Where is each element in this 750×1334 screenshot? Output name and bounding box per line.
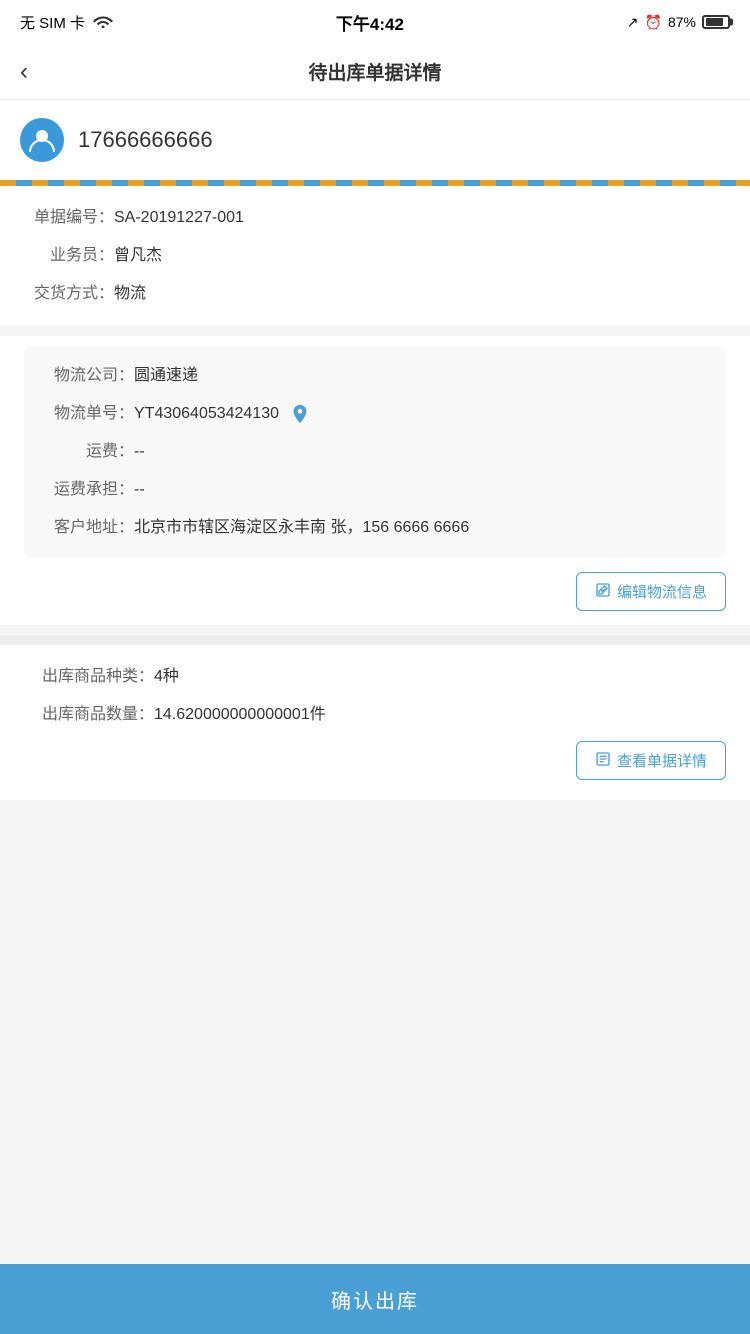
confirm-bar[interactable]: 确认出库 [0, 1264, 750, 1334]
edit-logistics-label: 编辑物流信息 [617, 581, 707, 602]
tracking-no-value: YT43064053424130 [134, 402, 706, 426]
delivery-method-row: 交货方式： 物流 [24, 282, 726, 306]
view-detail-label: 查看单据详情 [617, 750, 707, 771]
goods-quantity-row: 出库商品数量： 14.620000000000001件 [24, 703, 726, 727]
logistics-card: 物流公司： 圆通速递 物流单号： YT43064053424130 运费： --… [24, 346, 726, 558]
freight-bearer-row: 运费承担： -- [44, 478, 706, 502]
avatar [20, 118, 64, 162]
delivery-method-label: 交货方式： [24, 282, 114, 306]
clock-status-icon: ⏰ [645, 14, 662, 31]
tracking-no-label: 物流单号： [44, 402, 134, 426]
battery-percent: 87% [668, 14, 696, 30]
location-status-icon: ↗ [627, 14, 639, 31]
freight-label: 运费： [44, 440, 134, 464]
goods-types-row: 出库商品种类： 4种 [24, 665, 726, 689]
status-time: 下午4:42 [336, 10, 404, 35]
list-icon [595, 751, 611, 771]
order-no-value: SA-20191227-001 [114, 206, 726, 230]
tracking-no-row: 物流单号： YT43064053424130 [44, 402, 706, 426]
logistics-company-value: 圆通速递 [134, 364, 706, 388]
status-left: 无 SIM 卡 [20, 12, 113, 33]
logistics-company-label: 物流公司： [44, 364, 134, 388]
battery-icon [702, 15, 730, 29]
view-detail-button[interactable]: 查看单据详情 [576, 741, 726, 780]
nav-bar: ‹ 待出库单据详情 [0, 44, 750, 100]
edit-logistics-button[interactable]: 编辑物流信息 [576, 572, 726, 611]
goods-quantity-label: 出库商品数量： [24, 703, 154, 727]
sales-person-label: 业务员： [24, 244, 114, 268]
freight-row: 运费： -- [44, 440, 706, 464]
wifi-icon [93, 13, 113, 32]
logistics-company-row: 物流公司： 圆通速递 [44, 364, 706, 388]
goods-types-value: 4种 [154, 665, 726, 689]
status-bar: 无 SIM 卡 下午4:42 ↗ ⏰ 87% [0, 0, 750, 44]
customer-phone: 17666666666 [78, 127, 213, 153]
carrier-text: 无 SIM 卡 [20, 12, 85, 33]
customer-row: 17666666666 [0, 100, 750, 180]
sales-person-row: 业务员： 曾凡杰 [24, 244, 726, 268]
address-label: 客户地址： [44, 516, 134, 540]
sales-person-value: 曾凡杰 [114, 244, 726, 268]
freight-value: -- [134, 440, 706, 464]
edit-icon [595, 582, 611, 602]
confirm-button-label: 确认出库 [331, 1285, 419, 1314]
edit-logistics-area: 编辑物流信息 [24, 572, 726, 611]
order-info-section: 单据编号： SA-20191227-001 业务员： 曾凡杰 交货方式： 物流 [0, 186, 750, 326]
goods-types-label: 出库商品种类： [24, 665, 154, 689]
page-title: 待出库单据详情 [308, 58, 441, 85]
view-detail-area: 查看单据详情 [24, 741, 726, 780]
bottom-spacer [0, 810, 750, 970]
address-row: 客户地址： 北京市市辖区海淀区永丰南 张，156 6666 6666 [44, 516, 706, 540]
freight-bearer-value: -- [134, 478, 706, 502]
order-no-row: 单据编号： SA-20191227-001 [24, 206, 726, 230]
freight-bearer-label: 运费承担： [44, 478, 134, 502]
back-button[interactable]: ‹ [20, 60, 28, 84]
tracking-location-icon[interactable] [289, 403, 311, 425]
status-right: ↗ ⏰ 87% [627, 14, 730, 31]
goods-info-section: 出库商品种类： 4种 出库商品数量： 14.620000000000001件 查… [0, 645, 750, 800]
address-value: 北京市市辖区海淀区永丰南 张，156 6666 6666 [134, 516, 706, 540]
section-divider [0, 635, 750, 645]
delivery-method-value: 物流 [114, 282, 726, 306]
order-no-label: 单据编号： [24, 206, 114, 230]
goods-quantity-value: 14.620000000000001件 [154, 703, 726, 727]
logistics-section: 物流公司： 圆通速递 物流单号： YT43064053424130 运费： --… [0, 336, 750, 625]
